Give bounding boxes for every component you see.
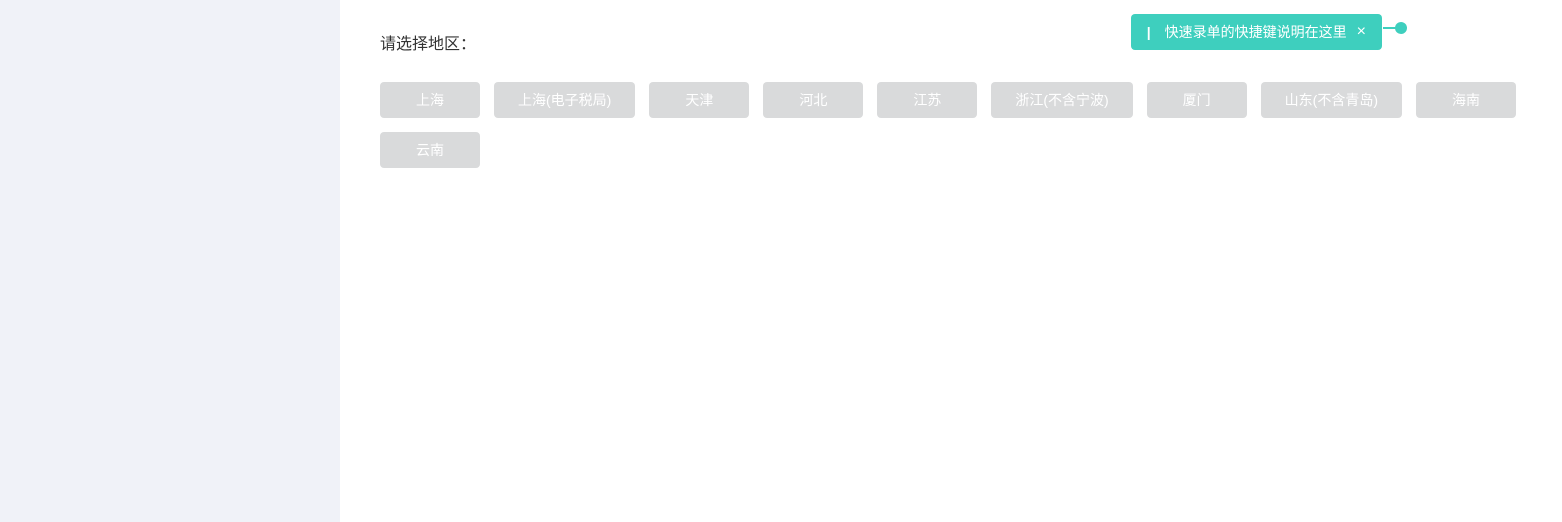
main-content: 请选择地区： 上海上海(电子税局)天津河北江苏浙江(不含宁波)厦门山东(不含青岛… [340,0,1562,522]
tooltip-dot [1395,22,1407,34]
region-button-tianjin[interactable]: 天津 [649,82,749,118]
region-button-yunnan[interactable]: 云南 [380,132,480,168]
region-button-hebei[interactable]: 河北 [763,82,863,118]
tooltip-banner: 快速录单的快捷键说明在这里 × [1131,14,1382,50]
region-button-jiangsu[interactable]: 江苏 [877,82,977,118]
region-button-shandong[interactable]: 山东(不含青岛) [1261,82,1402,118]
region-button-zhejiang[interactable]: 浙江(不含宁波) [991,82,1132,118]
tooltip-text: 快速录单的快捷键说明在这里 [1165,22,1347,42]
sidebar [0,0,340,522]
region-button-shanghai[interactable]: 上海 [380,82,480,118]
region-button-hainan[interactable]: 海南 [1416,82,1516,118]
region-button-xiamen[interactable]: 厦门 [1147,82,1247,118]
region-buttons-container: 上海上海(电子税局) 天津河北江苏浙江(不含宁波) 厦门山东(不含青岛) 海南云南 [380,82,1522,168]
tooltip-close-button[interactable]: × [1357,24,1366,40]
region-button-shanghai-etax[interactable]: 上海(电子税局) [494,82,635,118]
